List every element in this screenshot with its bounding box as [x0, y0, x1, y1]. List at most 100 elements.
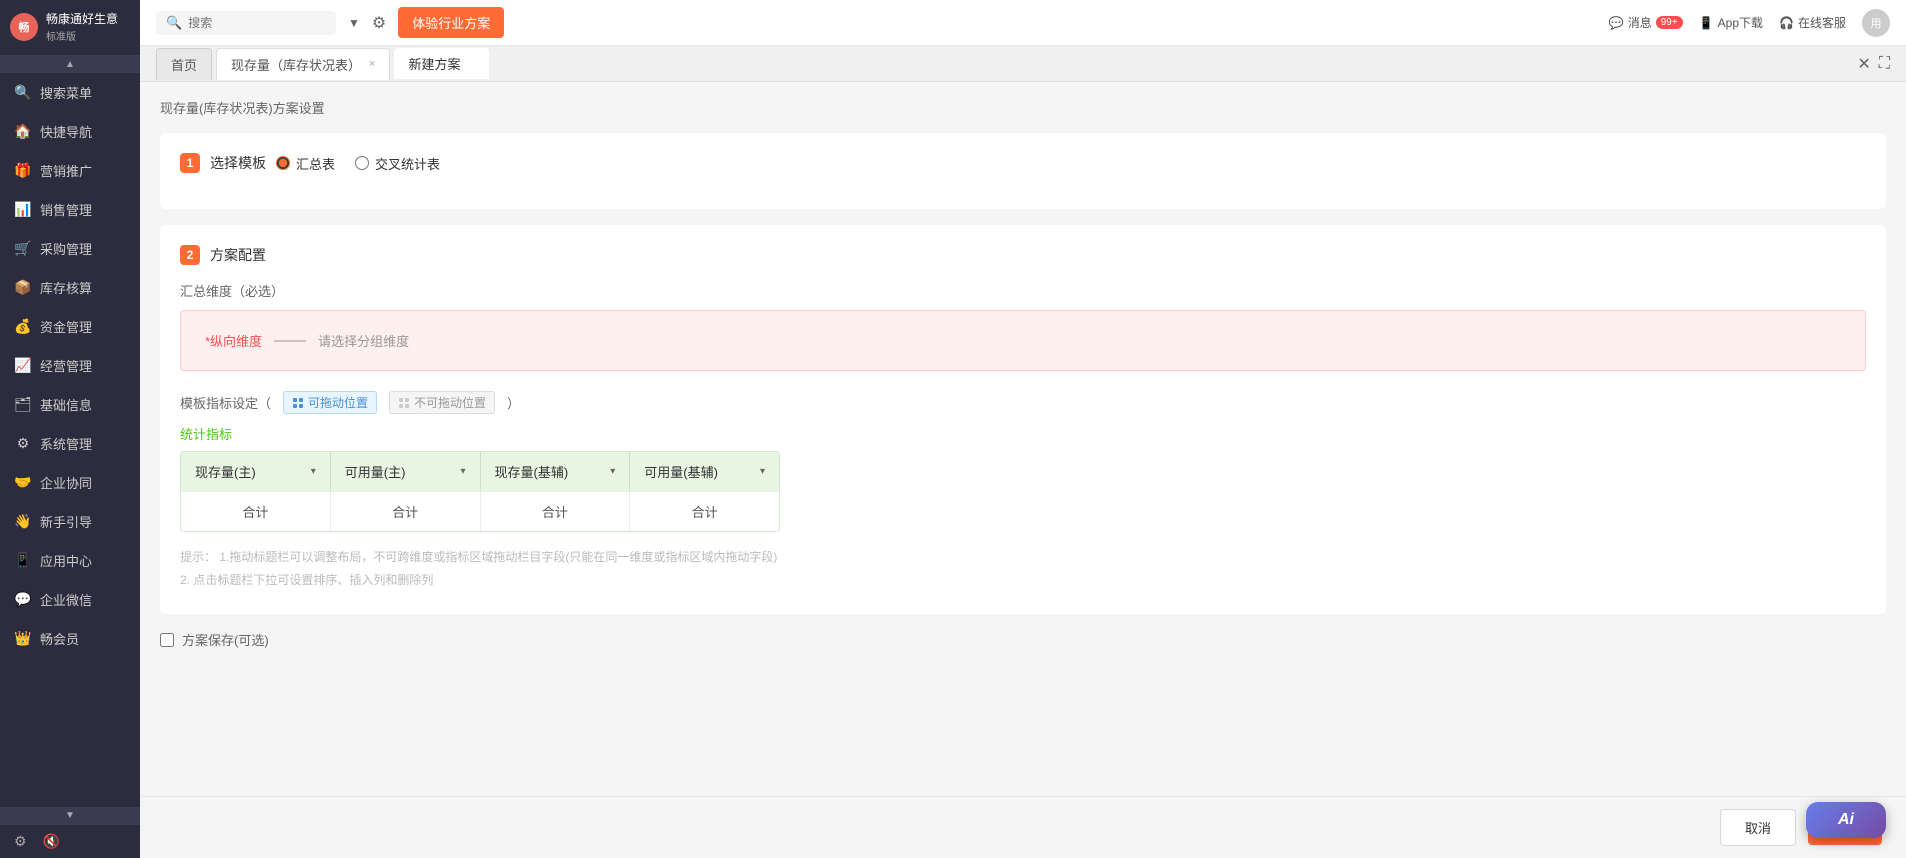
- stats-col-4-header[interactable]: 可用量(基辅) ▾: [630, 452, 779, 491]
- sidebar-item-cooperation[interactable]: 🤝 企业协同: [0, 463, 140, 502]
- tips-section: 提示： 1.拖动标题栏可以调整布局，不可跨维度或指标区域拖动栏目字段(只能在同一…: [180, 548, 1866, 588]
- user-avatar[interactable]: 用: [1862, 9, 1890, 37]
- stats-table-header: 现存量(主) ▾ 可用量(主) ▾ 现存量(基辅) ▾: [181, 452, 779, 491]
- topbar-right: 💬 消息 99+ 📱 App下载 🎧 在线客服 用: [1609, 9, 1890, 37]
- main-area: 🔍 ▼ ⚙ 体验行业方案 💬 消息 99+ 📱 App下载 🎧 在线客服 用: [140, 0, 1906, 858]
- section1-num: 1: [180, 153, 200, 173]
- app-logo-text: 畅康通好生意 标准版: [46, 12, 118, 43]
- sidebar-scroll-down[interactable]: ▼: [0, 807, 140, 824]
- message-badge: 99+: [1656, 16, 1683, 29]
- sidebar-item-shortcut[interactable]: 🏠 快捷导航: [0, 112, 140, 151]
- cancel-button[interactable]: 取消: [1720, 809, 1796, 846]
- stats-col-2-header[interactable]: 可用量(主) ▾: [331, 452, 481, 491]
- gear-icon: ⚙: [14, 434, 32, 452]
- sidebar-item-basic[interactable]: 🗂 基础信息: [0, 385, 140, 424]
- sidebar-item-finance[interactable]: 💰 资金管理: [0, 307, 140, 346]
- section2-title: 方案配置: [210, 245, 266, 265]
- dimension-required: *纵向维度: [205, 331, 262, 350]
- stats-table-row: 合计 合计 合计 合计: [181, 491, 779, 531]
- sidebar-item-purchase[interactable]: 🛒 采购管理: [0, 229, 140, 268]
- save-label: 方案保存(可选): [182, 630, 269, 649]
- tab-new-scheme[interactable]: 新建方案 ×: [394, 48, 488, 79]
- topbar: 🔍 ▼ ⚙ 体验行业方案 💬 消息 99+ 📱 App下载 🎧 在线客服 用: [140, 0, 1906, 46]
- tab-inventory-close[interactable]: ×: [369, 58, 375, 70]
- dropdown-button[interactable]: ▼: [348, 16, 360, 30]
- section-config: 2 方案配置 汇总维度（必选） *纵向维度 —— 请选择分组维度 模板指标设定（: [160, 225, 1886, 614]
- file-icon: 🗂: [14, 395, 32, 413]
- tabbar-right: ✕ ⛶: [1857, 54, 1890, 74]
- settings-footer-icon[interactable]: ⚙: [14, 833, 27, 850]
- sidebar-item-wechat[interactable]: 💬 企业微信: [0, 580, 140, 619]
- sidebar-item-newbie[interactable]: 👋 新手引导: [0, 502, 140, 541]
- section2-header: 2 方案配置: [180, 245, 1866, 265]
- metrics-section: 模板指标设定（ 可拖动位置: [180, 391, 1866, 532]
- sidebar-item-marketing[interactable]: 🎁 营销推广: [0, 151, 140, 190]
- stats-col-1-header[interactable]: 现存量(主) ▾: [181, 452, 331, 491]
- dimension-box: *纵向维度 —— 请选择分组维度: [180, 310, 1866, 371]
- save-checkbox[interactable]: [160, 633, 174, 647]
- dimension-label: 汇总维度（必选）: [180, 281, 1866, 300]
- sidebar-item-apps[interactable]: 📱 应用中心: [0, 541, 140, 580]
- tab-new-scheme-close[interactable]: ×: [468, 58, 474, 70]
- section-template: 1 选择模板 汇总表 交叉统计表: [160, 133, 1886, 209]
- radio-cross-input[interactable]: [355, 156, 369, 170]
- crown-icon: 👑: [14, 629, 32, 647]
- metrics-label: 模板指标设定（ 可拖动位置: [180, 391, 1866, 414]
- stats-cell-1: 合计: [181, 492, 331, 531]
- wave-icon: 👋: [14, 512, 32, 530]
- sidebar-item-member[interactable]: 👑 畅会员: [0, 619, 140, 658]
- handshake-icon: 🤝: [14, 473, 32, 491]
- tab-expand-btn[interactable]: ⛶: [1879, 55, 1890, 73]
- chevron-down-icon-3: ▾: [610, 466, 615, 477]
- radio-summary-input[interactable]: [276, 156, 290, 170]
- tab-inventory[interactable]: 现存量（库存状况表） ×: [216, 48, 390, 80]
- non-draggable-badge: 不可拖动位置: [389, 391, 495, 414]
- dimension-placeholder[interactable]: 请选择分组维度: [318, 331, 409, 350]
- stats-table: 现存量(主) ▾ 可用量(主) ▾ 现存量(基辅) ▾: [180, 451, 780, 532]
- mute-footer-icon[interactable]: 🔇: [43, 833, 60, 850]
- chevron-down-icon-4: ▾: [760, 466, 765, 477]
- tab-close-btn[interactable]: ✕: [1857, 54, 1870, 74]
- sidebar-nav: 🔍 搜索菜单 🏠 快捷导航 🎁 营销推广 📊 销售管理 🛒 采购管理 📦 库存核…: [0, 73, 140, 807]
- search-input[interactable]: [188, 16, 308, 30]
- bottombar: 取消 查询: [140, 796, 1906, 858]
- search-icon: 🔍: [14, 83, 32, 101]
- app-download-button[interactable]: 📱 App下载: [1699, 14, 1763, 31]
- message-icon: 💬: [1609, 16, 1624, 30]
- chevron-down-icon-2: ▾: [460, 466, 465, 477]
- radio-cross[interactable]: 交叉统计表: [355, 154, 440, 173]
- stats-table-body: 合计 合计 合计 合计: [181, 491, 779, 531]
- home-icon: 🏠: [14, 122, 32, 140]
- sidebar-item-sales[interactable]: 📊 销售管理: [0, 190, 140, 229]
- sidebar-item-search[interactable]: 🔍 搜索菜单: [0, 73, 140, 112]
- settings-button[interactable]: ⚙: [372, 13, 386, 33]
- no-drag-icon: [398, 397, 410, 409]
- sidebar-item-inventory[interactable]: 📦 库存核算: [0, 268, 140, 307]
- stats-col-3-header[interactable]: 现存量(基辅) ▾: [481, 452, 631, 491]
- chat-icon: 💬: [14, 590, 32, 608]
- phone-icon: 📱: [14, 551, 32, 569]
- trial-button[interactable]: 体验行业方案: [398, 7, 504, 38]
- section2-num: 2: [180, 245, 200, 265]
- radio-summary[interactable]: 汇总表: [276, 154, 335, 173]
- sidebar-item-operations[interactable]: 📈 经营管理: [0, 346, 140, 385]
- sidebar-scroll-up[interactable]: ▲: [0, 56, 140, 73]
- content-area: 现存量(库存状况表)方案设置 1 选择模板 汇总表 交叉统计表: [140, 82, 1906, 796]
- customer-service-button[interactable]: 🎧 在线客服: [1779, 14, 1846, 31]
- stats-cell-3: 合计: [481, 492, 631, 531]
- draggable-badge: 可拖动位置: [283, 391, 377, 414]
- tabbar: 首页 现存量（库存状况表） × 新建方案 × ✕ ⛶: [140, 46, 1906, 82]
- stats-cell-2: 合计: [331, 492, 481, 531]
- dimension-arrow: ——: [274, 332, 306, 350]
- trend-icon: 📈: [14, 356, 32, 374]
- chart-icon: 📊: [14, 200, 32, 218]
- ai-fab-button[interactable]: Ai: [1806, 802, 1886, 838]
- search-icon-topbar: 🔍: [166, 15, 182, 31]
- gift-icon: 🎁: [14, 161, 32, 179]
- tab-home[interactable]: 首页: [156, 48, 212, 80]
- tip-1: 提示： 1.拖动标题栏可以调整布局，不可跨维度或指标区域拖动栏目字段(只能在同一…: [180, 548, 1866, 565]
- sidebar-item-system[interactable]: ⚙ 系统管理: [0, 424, 140, 463]
- money-icon: 💰: [14, 317, 32, 335]
- message-button[interactable]: 💬 消息 99+: [1609, 14, 1683, 31]
- cart-icon: 🛒: [14, 239, 32, 257]
